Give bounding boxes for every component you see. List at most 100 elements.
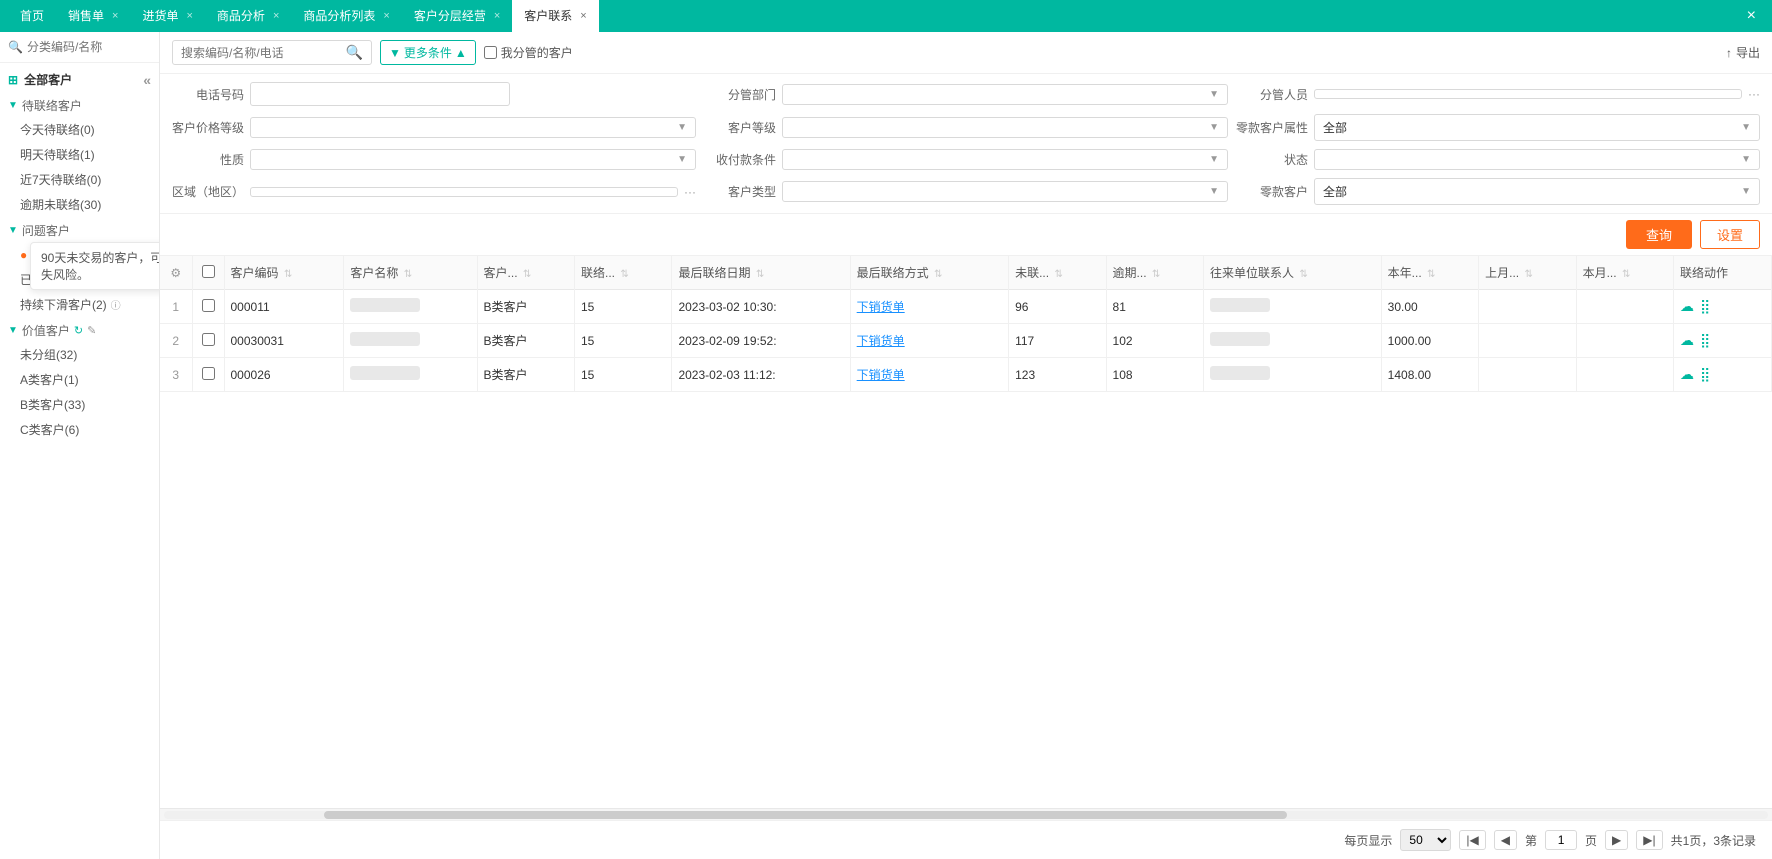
status-select[interactable]: ▼ — [1314, 149, 1760, 170]
sidebar-item-class-c[interactable]: C类客户(6) — [0, 417, 159, 442]
info-icon-declining[interactable]: ⓘ — [111, 297, 121, 312]
page-size-select[interactable]: 50 100 200 — [1400, 829, 1451, 851]
nav-customer-contact-close[interactable]: × — [580, 0, 586, 32]
first-page-button[interactable]: |◀ — [1459, 830, 1485, 850]
th-overdue[interactable]: 逾期... ⇅ — [1106, 256, 1203, 290]
tooltip-text: 90天未交易的客户，可能有流失风险。 — [41, 251, 160, 282]
sidebar-section-value[interactable]: ▼ 价值客户 ↻ ✎ — [0, 317, 159, 342]
nav-customer-contact[interactable]: 客户联系 × — [512, 0, 598, 32]
next-page-button[interactable]: ▶ — [1605, 830, 1628, 850]
th-last-contact-method[interactable]: 最后联络方式 ⇅ — [850, 256, 1008, 290]
gender-select[interactable]: ▼ — [250, 149, 696, 170]
page-input[interactable] — [1545, 830, 1577, 850]
td-checkbox-1[interactable] — [192, 324, 224, 358]
td-checkbox-0[interactable] — [192, 290, 224, 324]
th-this-year[interactable]: 本年... ⇅ — [1381, 256, 1478, 290]
export-button[interactable]: ↑ 导出 — [1726, 44, 1760, 61]
row-checkbox-2[interactable] — [202, 367, 215, 380]
my-customers-checkbox-wrap[interactable]: 我分管的客户 — [484, 44, 573, 61]
prev-page-button[interactable]: ◀ — [1494, 830, 1517, 850]
more-conditions-button[interactable]: ▼ 更多条件 ▲ — [380, 40, 476, 65]
th-type[interactable]: 客户... ⇅ — [477, 256, 574, 290]
region-select[interactable] — [250, 187, 678, 197]
th-settings[interactable]: ⚙ — [160, 256, 192, 290]
customer-type-select[interactable]: ▼ — [782, 181, 1228, 202]
sidebar-section-pending[interactable]: ▼ 待联络客户 — [0, 92, 159, 117]
sidebar-all-customers[interactable]: ⊞ 全部客户 « — [0, 63, 159, 92]
contact-action-icon-0[interactable]: ☁ — [1680, 298, 1694, 315]
th-this-month[interactable]: 本月... ⇅ — [1576, 256, 1673, 290]
method-link-0[interactable]: 下销货单 — [857, 300, 905, 314]
th-last-month[interactable]: 上月... ⇅ — [1479, 256, 1576, 290]
zero-customer-label: 零款客户 — [1236, 183, 1308, 200]
scrollbar-thumb[interactable] — [324, 811, 1286, 819]
nav-analysis-list[interactable]: 商品分析列表 × — [291, 0, 401, 32]
nav-home[interactable]: 首页 — [8, 0, 56, 32]
nav-sales-close[interactable]: × — [112, 0, 118, 32]
window-close-button[interactable]: × — [1739, 7, 1764, 25]
sidebar-item-class-b[interactable]: B类客户(33) — [0, 392, 159, 417]
th-checkbox[interactable] — [192, 256, 224, 290]
zero-sale-attr-select[interactable]: 全部 ▼ — [1314, 114, 1760, 141]
nav-purchase[interactable]: 进货单 × — [130, 0, 204, 32]
dept-select[interactable]: ▼ — [782, 84, 1228, 105]
last-page-button[interactable]: ▶| — [1636, 830, 1662, 850]
th-name[interactable]: 客户名称 ⇅ — [344, 256, 477, 290]
nav-analysis[interactable]: 商品分析 × — [205, 0, 291, 32]
zero-customer-select[interactable]: 全部 ▼ — [1314, 178, 1760, 205]
sidebar-item-declining[interactable]: 持续下滑客户(2) ⓘ — [0, 292, 159, 317]
row-checkbox-1[interactable] — [202, 333, 215, 346]
th-contact[interactable]: 联络... ⇅ — [575, 256, 672, 290]
total-label: 共1页，3条记录 — [1671, 832, 1756, 849]
sidebar-item-7days[interactable]: 近7天待联络(0) — [0, 167, 159, 192]
table-settings-icon[interactable]: ⚙ — [170, 266, 181, 280]
row-checkbox-0[interactable] — [202, 299, 215, 312]
edit-icon[interactable]: ✎ — [87, 324, 96, 337]
person-select[interactable] — [1314, 89, 1742, 99]
th-code[interactable]: 客户编码 ⇅ — [224, 256, 344, 290]
sidebar-search-input[interactable] — [27, 40, 151, 54]
more-action-icon-1[interactable]: ⣿ — [1700, 332, 1710, 349]
th-not-contacted[interactable]: 未联... ⇅ — [1009, 256, 1106, 290]
sidebar-item-class-a[interactable]: A类客户(1) — [0, 367, 159, 392]
sidebar-item-overdue[interactable]: 逾期未联络(30) — [0, 192, 159, 217]
refresh-icon[interactable]: ↻ — [74, 324, 83, 337]
nav-sales[interactable]: 销售单 × — [56, 0, 130, 32]
nav-analysis-list-close[interactable]: × — [383, 0, 389, 32]
sidebar-item-ungroup[interactable]: 未分组(32) — [0, 342, 159, 367]
search-button[interactable]: 🔍 — [346, 44, 363, 61]
th-last-contact-date[interactable]: 最后联络日期 ⇅ — [672, 256, 850, 290]
more-action-icon-2[interactable]: ⣿ — [1700, 366, 1710, 383]
query-button[interactable]: 查询 — [1626, 220, 1692, 249]
method-link-2[interactable]: 下销货单 — [857, 368, 905, 382]
nav-customer-segment-close[interactable]: × — [494, 0, 500, 32]
method-link-1[interactable]: 下销货单 — [857, 334, 905, 348]
sidebar-collapse-button[interactable]: « — [143, 72, 151, 88]
sidebar-item-tomorrow[interactable]: 明天待联络(1) — [0, 142, 159, 167]
td-method-1[interactable]: 下销货单 — [850, 324, 1008, 358]
horizontal-scrollbar[interactable] — [160, 808, 1772, 820]
price-level-select[interactable]: ▼ — [250, 117, 696, 138]
nav-analysis-close[interactable]: × — [273, 0, 279, 32]
nav-purchase-close[interactable]: × — [186, 0, 192, 32]
select-all-checkbox[interactable] — [202, 265, 215, 278]
settings-button[interactable]: 设置 — [1700, 220, 1760, 249]
search-input[interactable] — [181, 46, 346, 60]
contact-action-icon-2[interactable]: ☁ — [1680, 366, 1694, 383]
region-more-icon[interactable]: ··· — [684, 185, 696, 199]
th-unit-contact[interactable]: 往来单位联系人 ⇅ — [1204, 256, 1382, 290]
td-method-0[interactable]: 下销货单 — [850, 290, 1008, 324]
td-method-2[interactable]: 下销货单 — [850, 358, 1008, 392]
nav-customer-segment[interactable]: 客户分层经营 × — [402, 0, 512, 32]
phone-input[interactable] — [250, 82, 510, 106]
my-customers-checkbox[interactable] — [484, 46, 497, 59]
payment-select[interactable]: ▼ — [782, 149, 1228, 170]
person-more-icon[interactable]: ··· — [1748, 87, 1760, 101]
td-checkbox-2[interactable] — [192, 358, 224, 392]
more-action-icon-0[interactable]: ⣿ — [1700, 298, 1710, 315]
customer-level-select[interactable]: ▼ — [782, 117, 1228, 138]
scrollbar-track[interactable] — [164, 811, 1768, 819]
contact-action-icon-1[interactable]: ☁ — [1680, 332, 1694, 349]
sidebar-section-problem[interactable]: ▼ 问题客户 — [0, 217, 159, 242]
sidebar-item-today[interactable]: 今天待联络(0) — [0, 117, 159, 142]
